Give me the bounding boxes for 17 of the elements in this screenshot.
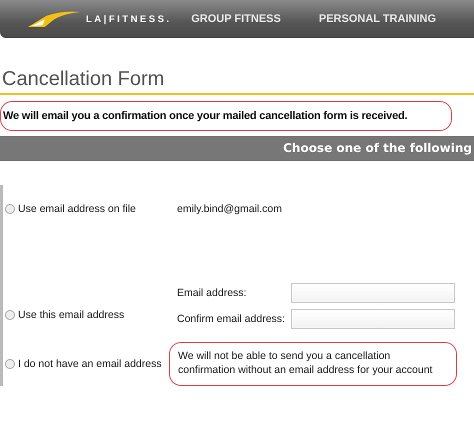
notice-text: We will email you a confirmation once your mailed cancellation form is received. [0,101,452,131]
email-input-field[interactable] [291,309,455,329]
email-on-file: emily.bind@gmail.com [177,203,282,215]
section-header: Choose one of the following [0,136,474,161]
nav-link[interactable]: PERSONAL TRAINING [318,13,436,25]
warning-note: We will not be able to send you a cancellation confirmation without an email address for your account [169,342,457,386]
nav-link[interactable]: GROUP FITNESS [191,13,281,25]
radio-option[interactable]: Use this email address [3,301,177,329]
logo-text: LA|FITNESS. [86,14,172,24]
radio-option[interactable]: Use email address on file [3,203,177,215]
radio-button[interactable] [5,310,15,320]
radio-button[interactable] [5,204,15,214]
field-label: Email address: [177,287,248,299]
page-title: Cancellation Form [0,38,474,95]
radio-button[interactable] [5,358,15,368]
field-label: Confirm email address: [177,313,286,325]
email-input-field[interactable] [291,283,455,303]
